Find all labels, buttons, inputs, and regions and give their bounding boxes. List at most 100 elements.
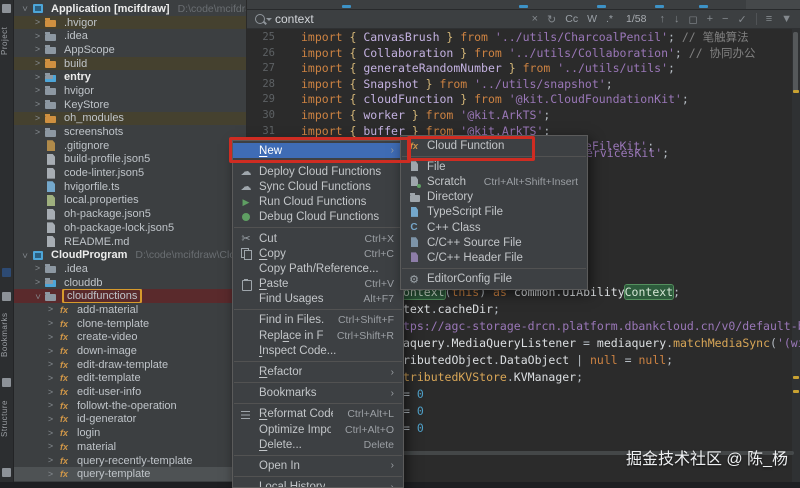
menu-item-optimize-imports[interactable]: Optimize ImportsCtrl+Alt+O [233, 422, 403, 437]
tree-item-cloudfunctions[interactable]: >cloudfunctions [14, 289, 246, 303]
search-input[interactable]: context [275, 12, 314, 26]
previous-match-icon[interactable]: ↑ [659, 13, 665, 25]
tree-item-keystore[interactable]: >KeyStore [14, 98, 246, 112]
tree-item-idea[interactable]: >.idea [14, 262, 246, 276]
tree-item-build-profile-json5[interactable]: build-profile.json5 [14, 153, 246, 167]
chevron-right-icon[interactable]: > [44, 345, 57, 358]
remove-occurrence-icon[interactable]: − [722, 13, 728, 25]
tree-item-material[interactable]: >fxmaterial [14, 440, 246, 454]
chevron-right-icon[interactable]: > [31, 126, 44, 139]
tree-item-idea[interactable]: >.idea [14, 29, 246, 43]
menu-item-sync-cloud-functions[interactable]: Sync Cloud Functions [233, 179, 403, 194]
chevron-right-icon[interactable]: > [31, 84, 44, 97]
submenu-item-editorconfig-file[interactable]: EditorConfig File [401, 272, 587, 287]
submenu-item-file[interactable]: File [401, 159, 587, 174]
regex-toggle[interactable]: .* [606, 13, 613, 25]
chevron-right-icon[interactable]: > [31, 276, 44, 289]
menu-item-copy[interactable]: CopyCtrl+C [233, 246, 403, 261]
select-all-occurrences-icon[interactable]: ✓ [737, 13, 746, 26]
chevron-right-icon[interactable]: > [31, 98, 44, 111]
tree-item-code-linter-json5[interactable]: code-linter.json5 [14, 166, 246, 180]
chevron-right-icon[interactable]: > [44, 454, 57, 467]
submenu-item-typescript-file[interactable]: TypeScript File [401, 205, 587, 220]
tree-item-entry[interactable]: >entry [14, 70, 246, 84]
chevron-right-icon[interactable]: > [44, 399, 57, 412]
tree-item-login[interactable]: >fxlogin [14, 426, 246, 440]
tree-item-query-recently-template[interactable]: >fxquery-recently-template [14, 454, 246, 468]
submenu-item-c-c-source-file[interactable]: C/C++ Source File [401, 235, 587, 250]
chevron-right-icon[interactable]: > [31, 57, 44, 70]
menu-item-refactor[interactable]: Refactor› [233, 364, 403, 379]
menu-item-copy-path-reference[interactable]: Copy Path/Reference... [233, 261, 403, 276]
chevron-right-icon[interactable]: > [31, 43, 44, 56]
menu-item-replace-in-files[interactable]: Replace in Files...Ctrl+Shift+R [233, 328, 403, 343]
code-line[interactable]: 27import { generateRandomNumber } from '… [247, 61, 792, 77]
scrollbar-thumb[interactable] [793, 32, 798, 92]
tree-item-build[interactable]: >build [14, 57, 246, 71]
editor-scrollbar[interactable] [792, 28, 800, 482]
tree-item-hvigorfile-ts[interactable]: hvigorfile.ts [14, 180, 246, 194]
bottom-tool-icon[interactable] [2, 468, 11, 477]
submenu-item-c-class[interactable]: C++ Class [401, 220, 587, 235]
tree-item-cloudprogram[interactable]: >CloudProgramD:\code\mcifdraw\CloudProgr… [14, 248, 246, 262]
code-line[interactable]: 30import { worker } from '@kit.ArkTS'; [247, 108, 792, 124]
chevron-down-icon[interactable]: > [18, 249, 31, 262]
active-tab-fragment[interactable] [746, 0, 800, 9]
tree-item-hvigor[interactable]: >.hvigor [14, 16, 246, 30]
bookmarks-tool-label[interactable]: Bookmarks [0, 304, 13, 366]
chevron-right-icon[interactable]: > [44, 317, 57, 330]
tree-item-edit-draw-template[interactable]: >fxedit-draw-template [14, 358, 246, 372]
chevron-right-icon[interactable]: > [31, 16, 44, 29]
chevron-right-icon[interactable]: > [31, 262, 44, 275]
tree-item-local-properties[interactable]: local.properties [14, 194, 246, 208]
code-line[interactable]: 29import { cloudFunction } from '@kit.Cl… [247, 92, 792, 108]
code-line[interactable]: 28import { Snapshot } from '../utils/sna… [247, 77, 792, 93]
match-case-toggle[interactable]: Cc [565, 13, 578, 25]
chevron-right-icon[interactable]: > [44, 303, 57, 316]
structure-tool-icon[interactable] [2, 378, 11, 387]
chevron-right-icon[interactable]: > [44, 386, 57, 399]
tree-item-application-mcifdraw[interactable]: >Application [mcifdraw]D:\code\mcifdraw\… [14, 2, 246, 16]
tree-item-gitignore[interactable]: .gitignore [14, 139, 246, 153]
tree-item-hvigor[interactable]: >hvigor [14, 84, 246, 98]
tree-item-edit-template[interactable]: >fxedit-template [14, 372, 246, 386]
tree-item-id-generator[interactable]: >fxid-generator [14, 413, 246, 427]
menu-item-debug-cloud-functions[interactable]: Debug Cloud Functions [233, 210, 403, 225]
project-tool-label[interactable]: Project [0, 16, 13, 66]
submenu-item-directory[interactable]: Directory [401, 190, 587, 205]
filter-options-icon[interactable]: ≡ [766, 13, 772, 25]
tree-item-create-video[interactable]: >fxcreate-video [14, 331, 246, 345]
menu-item-new[interactable]: New› [233, 143, 403, 158]
submenu-item-c-c-header-file[interactable]: C/C++ Header File [401, 250, 587, 265]
chevron-right-icon[interactable]: > [44, 468, 57, 481]
chevron-right-icon[interactable]: > [31, 71, 44, 84]
tree-item-query-template[interactable]: >fxquery-template [14, 467, 246, 481]
menu-item-local-history[interactable]: Local History› [233, 480, 403, 488]
chevron-right-icon[interactable]: > [44, 372, 57, 385]
tree-item-oh-modules[interactable]: >oh_modules [14, 112, 246, 126]
tree-item-appscope[interactable]: >AppScope [14, 43, 246, 57]
chevron-down-icon[interactable]: > [31, 290, 44, 303]
add-occurrence-icon[interactable]: + [707, 13, 713, 25]
tree-item-down-image[interactable]: >fxdown-image [14, 344, 246, 358]
menu-item-run-cloud-functions[interactable]: Run Cloud Functions [233, 195, 403, 210]
tree-item-followt-the-operation[interactable]: >fxfollowt-the-operation [14, 399, 246, 413]
tree-item-oh-package-json5[interactable]: oh-package.json5 [14, 207, 246, 221]
menu-item-reformat-code[interactable]: Reformat CodeCtrl+Alt+L [233, 407, 403, 422]
chevron-right-icon[interactable]: > [31, 30, 44, 43]
tree-item-clone-template[interactable]: >fxclone-template [14, 317, 246, 331]
chevron-down-icon[interactable]: > [18, 2, 31, 15]
chevron-right-icon[interactable]: > [44, 427, 57, 440]
chevron-right-icon[interactable]: > [44, 358, 57, 371]
menu-item-bookmarks[interactable]: Bookmarks› [233, 386, 403, 401]
whole-words-toggle[interactable]: W [587, 13, 597, 25]
tree-item-readme-md[interactable]: README.md [14, 235, 246, 249]
menu-item-paste[interactable]: PasteCtrl+V [233, 277, 403, 292]
submenu-item-scratch-file[interactable]: Scratch FileCtrl+Alt+Shift+Insert [401, 174, 587, 189]
search-history-icon[interactable]: ↻ [547, 13, 556, 26]
tree-item-add-material[interactable]: >fxadd-material [14, 303, 246, 317]
tree-item-edit-user-info[interactable]: >fxedit-user-info [14, 385, 246, 399]
search-clear-icon[interactable]: × [532, 13, 538, 25]
tool-strip-icon[interactable] [2, 268, 11, 277]
chevron-right-icon[interactable]: > [44, 413, 57, 426]
